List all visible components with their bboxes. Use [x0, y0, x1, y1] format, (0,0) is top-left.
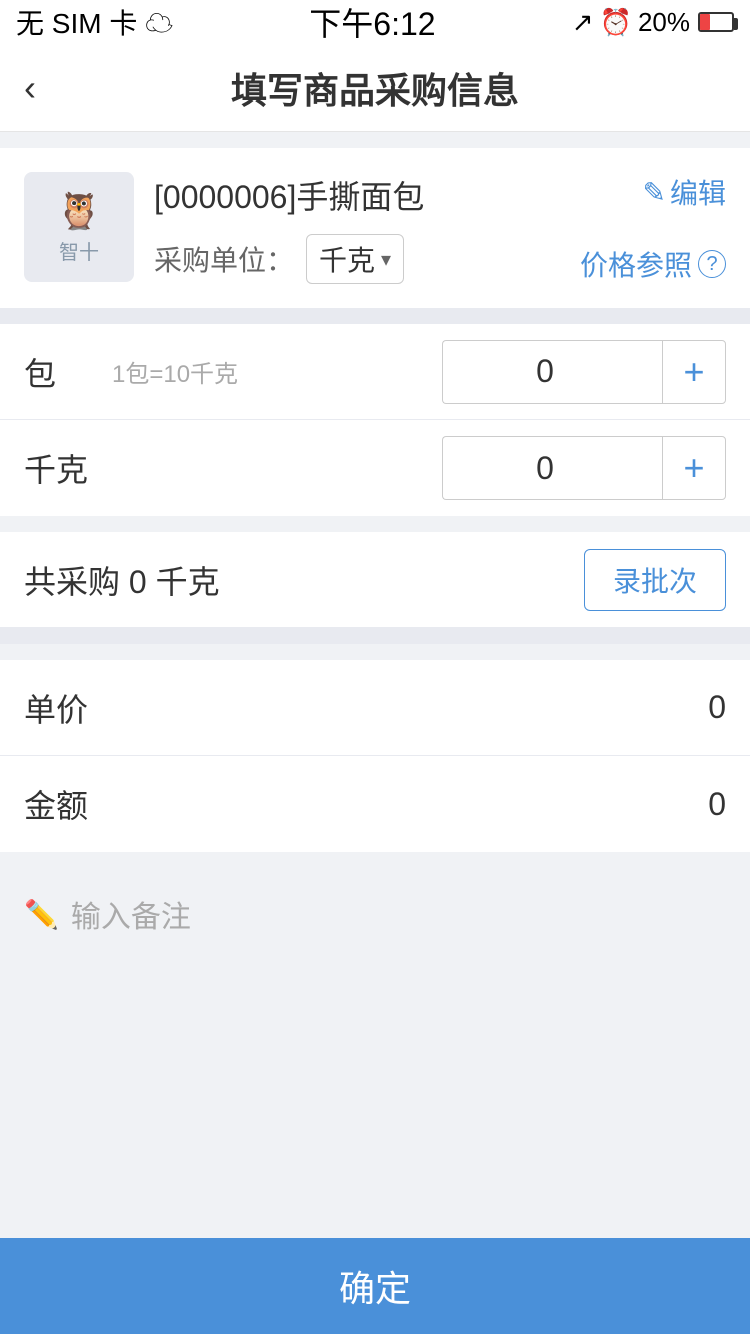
- amount-value: 0: [708, 786, 726, 823]
- unit-price-value: 0: [708, 689, 726, 726]
- content-spacer: [0, 960, 750, 1280]
- divider-2: [0, 628, 750, 644]
- edit-button[interactable]: ✎ 编辑: [643, 172, 726, 212]
- amount-row: 金额 0: [0, 756, 750, 852]
- price-section: 单价 0 金额 0: [0, 660, 750, 852]
- info-icon: ?: [698, 250, 726, 278]
- edit-label: 编辑: [670, 172, 726, 212]
- divider-1: [0, 308, 750, 324]
- input-row-pack: 包 1包=10千克 +: [0, 324, 750, 420]
- unit-price-label: 单价: [24, 685, 708, 731]
- confirm-bar[interactable]: 确定: [0, 1238, 750, 1334]
- price-ref-label: 价格参照: [580, 244, 692, 284]
- price-ref-button[interactable]: 价格参照 ?: [580, 244, 726, 284]
- remark-section[interactable]: ✏️ 输入备注: [0, 868, 750, 960]
- pack-input[interactable]: [442, 340, 662, 404]
- total-section: 共采购 0 千克 录批次: [0, 532, 750, 628]
- unit-value: 千克: [319, 239, 375, 279]
- confirm-label: 确定: [339, 1260, 411, 1312]
- remark-placeholder: 输入备注: [71, 892, 191, 936]
- edit-icon: ✎: [643, 176, 666, 209]
- status-right: ↗ ⏰ 20%: [572, 7, 734, 38]
- total-row: 共采购 0 千克 录批次: [0, 532, 750, 628]
- product-owl-icon: 🦉: [57, 190, 102, 232]
- pack-plus-button[interactable]: +: [662, 340, 726, 404]
- kg-input[interactable]: [442, 436, 662, 500]
- battery-label: 20%: [638, 7, 690, 38]
- amount-label: 金额: [24, 781, 708, 827]
- pencil-icon: ✏️: [24, 898, 59, 931]
- pack-sub-label: 1包=10千克: [112, 354, 442, 389]
- record-batch-button[interactable]: 录批次: [584, 549, 726, 611]
- kg-label: 千克: [24, 445, 104, 491]
- sim-label: 无 SIM 卡 ☁: [16, 2, 173, 42]
- kg-input-wrapper: +: [442, 436, 726, 500]
- product-image-label: 智十: [59, 236, 99, 265]
- input-row-kg: 千克 +: [0, 420, 750, 516]
- location-icon: ↗: [572, 7, 594, 38]
- back-button[interactable]: ‹: [24, 67, 36, 109]
- product-image: 🦉 智十: [24, 172, 134, 282]
- unit-dropdown[interactable]: 千克 ▾: [306, 234, 404, 284]
- product-card: 🦉 智十 [0000006]手撕面包 采购单位： 千克 ▾ ✎ 编辑 价格参照 …: [0, 148, 750, 308]
- status-bar: 无 SIM 卡 ☁ 下午6:12 ↗ ⏰ 20%: [0, 0, 750, 44]
- chevron-down-icon: ▾: [381, 247, 391, 272]
- input-section: 包 1包=10千克 + 千克 +: [0, 324, 750, 516]
- total-text: 共采购 0 千克: [24, 557, 584, 603]
- status-left: 无 SIM 卡 ☁: [16, 2, 173, 42]
- nav-bar: ‹ 填写商品采购信息: [0, 44, 750, 132]
- pack-label: 包: [24, 349, 104, 395]
- unit-price-row: 单价 0: [0, 660, 750, 756]
- nav-title: 填写商品采购信息: [231, 62, 519, 114]
- unit-label: 采购单位：: [154, 239, 294, 279]
- pack-input-wrapper: +: [442, 340, 726, 404]
- kg-plus-button[interactable]: +: [662, 436, 726, 500]
- alarm-icon: ⏰: [600, 7, 632, 38]
- product-name: [0000006]手撕面包: [154, 172, 726, 218]
- status-time: 下午6:12: [309, 0, 435, 45]
- battery-icon: [698, 12, 734, 32]
